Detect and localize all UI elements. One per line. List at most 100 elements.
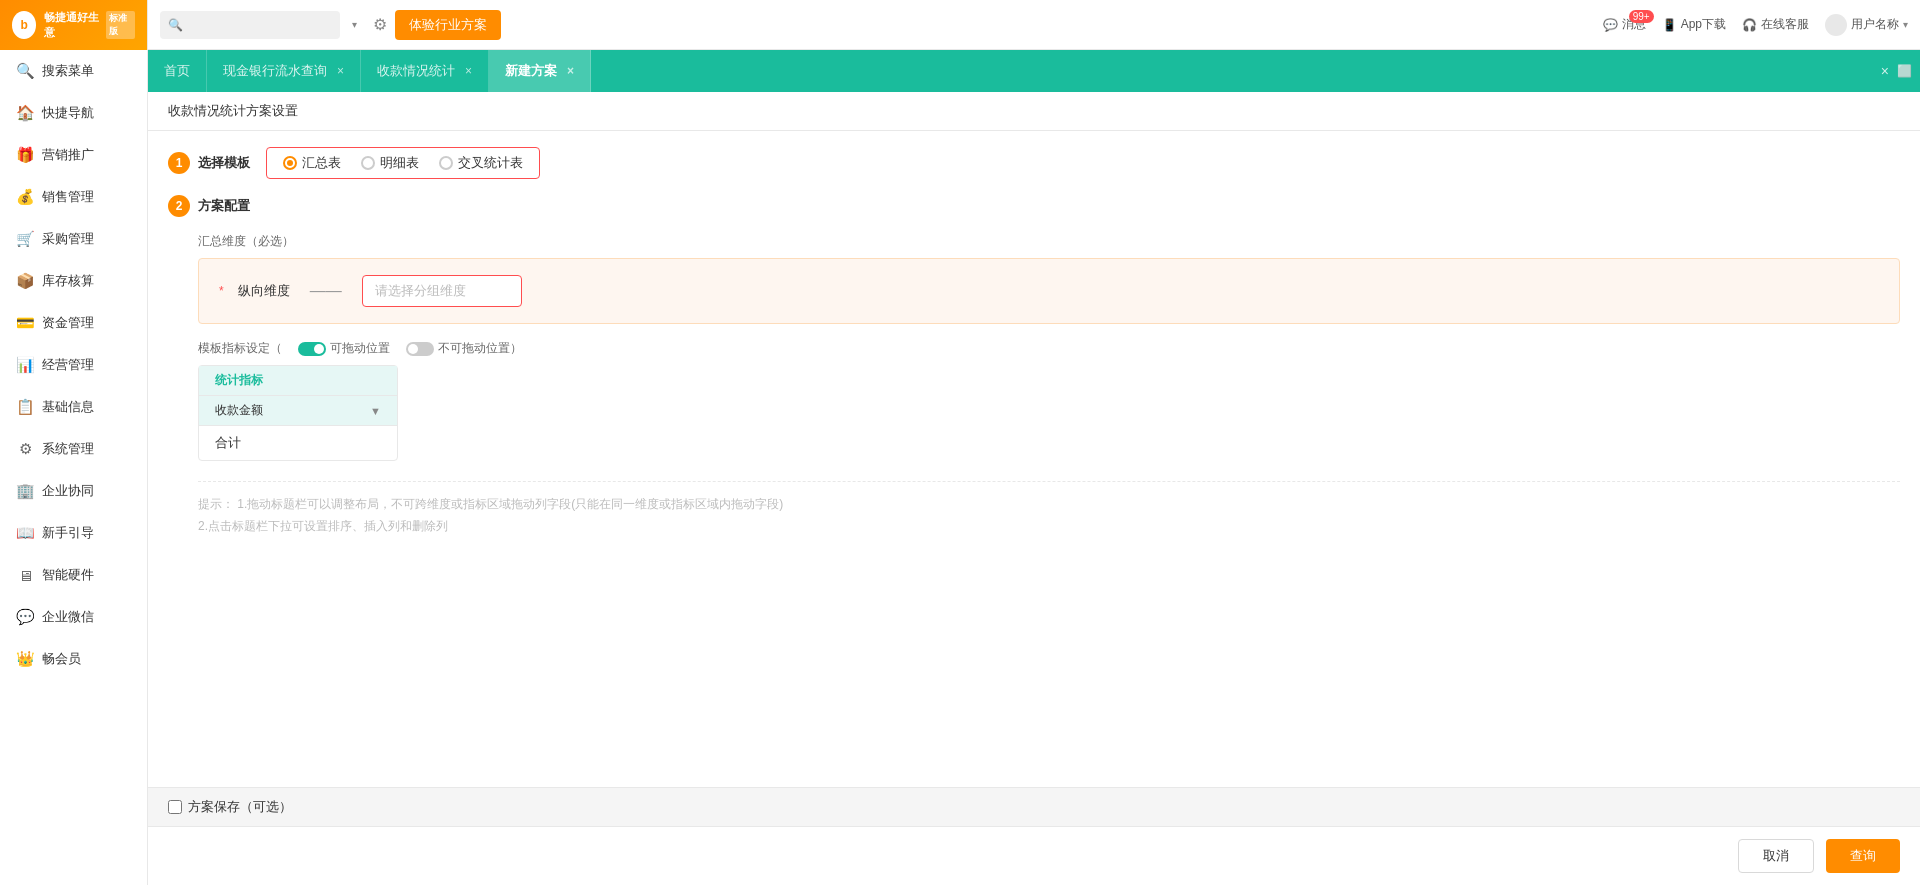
radio-summary[interactable]: 汇总表: [283, 154, 341, 172]
sidebar-label-basic-info: 基础信息: [42, 398, 94, 416]
step1-label: 选择模板: [198, 154, 250, 172]
sidebar-item-marketing[interactable]: 🎁 营销推广: [0, 134, 147, 176]
sidebar-item-guide[interactable]: 📖 新手引导: [0, 512, 147, 554]
metrics-section: 模板指标设定（ 可拖动位置 不可拖动位置）: [198, 340, 1900, 461]
metrics-col-header[interactable]: 收款金额 ▼: [199, 396, 397, 426]
download-action[interactable]: 📱 App下载: [1662, 16, 1726, 33]
sidebar-item-enterprise[interactable]: 🏢 企业协同: [0, 470, 147, 512]
tab-receipt-close[interactable]: ×: [465, 64, 472, 78]
chart-icon: 📊: [16, 356, 34, 374]
service-label: 在线客服: [1761, 16, 1809, 33]
non-movable-toggle: [406, 342, 434, 356]
tab-new-plan[interactable]: 新建方案 ×: [489, 50, 591, 92]
sidebar-label-guide: 新手引导: [42, 524, 94, 542]
metrics-table: 统计指标 收款金额 ▼ 合计: [198, 365, 398, 461]
breadcrumb: 收款情况统计方案设置: [168, 103, 298, 118]
sidebar-item-member[interactable]: 👑 畅会员: [0, 638, 147, 680]
sidebar-item-quick-nav[interactable]: 🏠 快捷导航: [0, 92, 147, 134]
sidebar-label-purchase: 采购管理: [42, 230, 94, 248]
tip-2: 2.点击标题栏下拉可设置排序、插入列和删除列: [198, 516, 1900, 538]
service-action[interactable]: 🎧 在线客服: [1742, 16, 1809, 33]
user-dropdown-arrow: ▾: [1903, 19, 1908, 30]
tab-spacer: [591, 50, 1873, 92]
tab-new-plan-label: 新建方案: [505, 62, 557, 80]
dimension-area: * 纵向维度 —— 请选择分组维度: [198, 258, 1900, 324]
edition-badge: 标准版: [106, 11, 135, 39]
sidebar-item-sales[interactable]: 💰 销售管理: [0, 176, 147, 218]
sidebar-item-inventory[interactable]: 📦 库存核算: [0, 260, 147, 302]
sidebar-label-wechat: 企业微信: [42, 608, 94, 626]
download-icon: 📱: [1662, 18, 1677, 32]
sidebar: b 畅捷通好生意 标准版 🔍 搜索菜单 🏠 快捷导航 🎁 营销推广 💰 销售管理…: [0, 0, 148, 885]
gear-settings[interactable]: ⚙: [373, 15, 387, 34]
sidebar-item-operations[interactable]: 📊 经营管理: [0, 344, 147, 386]
monitor-icon: 🖥: [16, 566, 34, 584]
user-avatar: [1825, 14, 1847, 36]
tab-new-plan-close[interactable]: ×: [567, 64, 574, 78]
tab-receipt-label: 收款情况统计: [377, 62, 455, 80]
message-action[interactable]: 💬 消息 99+: [1603, 16, 1646, 33]
maximize-window-icon[interactable]: ⬜: [1897, 64, 1912, 78]
tab-bank[interactable]: 现金银行流水查询 ×: [207, 50, 361, 92]
sidebar-item-basic-info[interactable]: 📋 基础信息: [0, 386, 147, 428]
tab-bar: 首页 现金银行流水查询 × 收款情况统计 × 新建方案 × × ⬜: [148, 50, 1920, 92]
sidebar-item-search[interactable]: 🔍 搜索菜单: [0, 50, 147, 92]
radio-detail[interactable]: 明细表: [361, 154, 419, 172]
movable-hint: 可拖动位置: [298, 340, 390, 357]
message-icon: 💬: [1603, 18, 1618, 32]
search-icon: 🔍: [16, 62, 34, 80]
download-label: App下载: [1681, 16, 1726, 33]
sidebar-label-finance: 资金管理: [42, 314, 94, 332]
form-section: 1 选择模板 汇总表 明细表 交: [148, 131, 1920, 787]
sidebar-label-search: 搜索菜单: [42, 62, 94, 80]
col-dropdown-chevron[interactable]: ▼: [370, 405, 381, 417]
sidebar-label-sales: 销售管理: [42, 188, 94, 206]
non-movable-hint: 不可拖动位置）: [406, 340, 522, 357]
required-indicator: *: [219, 284, 224, 298]
tab-home[interactable]: 首页: [148, 50, 207, 92]
cancel-button[interactable]: 取消: [1738, 839, 1814, 873]
step1-options: 汇总表 明细表 交叉统计表: [266, 147, 540, 179]
sidebar-item-system[interactable]: ⚙ 系统管理: [0, 428, 147, 470]
dropdown-arrow[interactable]: ▾: [352, 19, 357, 30]
sidebar-item-smart-hw[interactable]: 🖥 智能硬件: [0, 554, 147, 596]
sidebar-item-wechat[interactable]: 💬 企业微信: [0, 596, 147, 638]
page-footer: 方案保存（可选）: [148, 787, 1920, 826]
save-checkbox-label[interactable]: 方案保存（可选）: [168, 798, 1900, 816]
dimension-select[interactable]: 请选择分组维度: [362, 275, 522, 307]
page-header: 收款情况统计方案设置: [148, 92, 1920, 131]
query-button[interactable]: 查询: [1826, 839, 1900, 873]
crown-icon: 👑: [16, 650, 34, 668]
sidebar-label-quick-nav: 快捷导航: [42, 104, 94, 122]
building-icon: 🏢: [16, 482, 34, 500]
metrics-table-header: 统计指标: [199, 366, 397, 396]
sidebar-label-marketing: 营销推广: [42, 146, 94, 164]
movable-toggle: [298, 342, 326, 356]
save-checkbox-input[interactable]: [168, 800, 182, 814]
tab-bank-close[interactable]: ×: [337, 64, 344, 78]
sidebar-label-member: 畅会员: [42, 650, 81, 668]
radio-cross[interactable]: 交叉统计表: [439, 154, 523, 172]
box-icon: 📦: [16, 272, 34, 290]
search-bar[interactable]: 🔍: [160, 11, 340, 39]
close-window-icon[interactable]: ×: [1881, 63, 1889, 79]
page-content: 收款情况统计方案设置 1 选择模板 汇总表: [148, 92, 1920, 826]
user-menu[interactable]: 用户名称 ▾: [1825, 14, 1908, 36]
vertical-dim-label: 纵向维度: [238, 282, 290, 300]
dim-arrow: ——: [310, 282, 342, 300]
radio-cross-label: 交叉统计表: [458, 154, 523, 172]
money-icon: 💰: [16, 188, 34, 206]
step2-number: 2: [168, 195, 190, 217]
header-actions: 💬 消息 99+ 📱 App下载 🎧 在线客服 用户名称 ▾: [1603, 14, 1908, 36]
service-icon: 🎧: [1742, 18, 1757, 32]
trial-button[interactable]: 体验行业方案: [395, 10, 501, 40]
tab-bank-label: 现金银行流水查询: [223, 62, 327, 80]
sidebar-item-purchase[interactable]: 🛒 采购管理: [0, 218, 147, 260]
dimension-row: * 纵向维度 —— 请选择分组维度: [219, 275, 1879, 307]
logo-icon: b: [12, 11, 36, 39]
gift-icon: 🎁: [16, 146, 34, 164]
radio-circle-detail: [361, 156, 375, 170]
window-controls: × ⬜: [1873, 50, 1920, 92]
tab-receipt[interactable]: 收款情况统计 ×: [361, 50, 489, 92]
sidebar-item-finance[interactable]: 💳 资金管理: [0, 302, 147, 344]
